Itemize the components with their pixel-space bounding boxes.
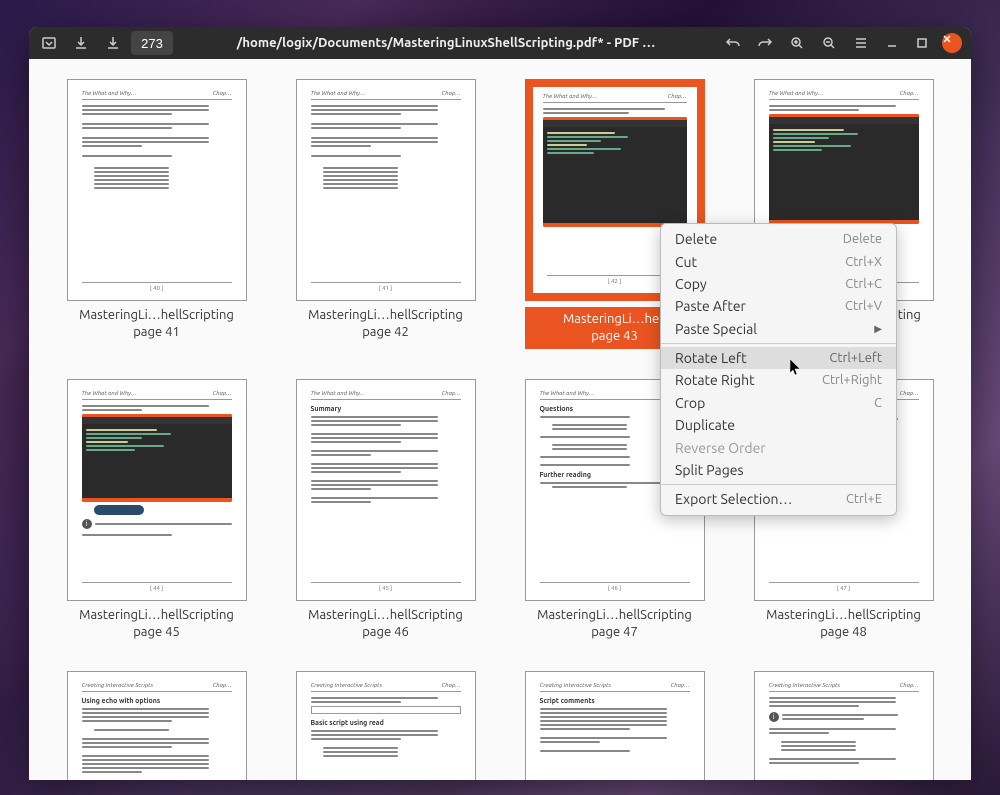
page-thumbnail[interactable]: Creating Interactive ScriptsChap…i [754, 671, 934, 780]
menu-item-label: Paste Special [675, 321, 757, 337]
window-title: /home/logix/Documents/MasteringLinuxShel… [177, 36, 715, 50]
menu-item-crop[interactable]: Crop C [661, 392, 896, 414]
menu-item-duplicate[interactable]: Duplicate [661, 414, 896, 436]
menu-item-split-pages[interactable]: Split Pages [661, 459, 896, 481]
menu-shortcut: C [874, 396, 882, 410]
open-file-icon[interactable] [35, 31, 63, 55]
menu-item-label: Split Pages [675, 462, 744, 478]
menu-item-copy[interactable]: Copy Ctrl+C [661, 273, 896, 295]
import-icon[interactable] [67, 31, 95, 55]
menu-item-label: Export Selection… [675, 491, 792, 507]
menu-shortcut: Ctrl+X [845, 255, 882, 269]
menu-item-cut[interactable]: Cut Ctrl+X [661, 250, 896, 272]
menu-shortcut: Ctrl+V [845, 299, 882, 313]
menu-separator [661, 343, 896, 344]
menu-item-label: Delete [675, 231, 717, 247]
page-thumbnail[interactable]: Creating Interactive ScriptsChap…Script … [525, 671, 705, 780]
thumbnail-caption: MasteringLi…hellScriptingpage 48 [766, 607, 921, 641]
menu-shortcut: Ctrl+Left [829, 351, 882, 365]
menu-item-label: Rotate Right [675, 372, 755, 388]
page-thumbnail[interactable]: The What and Why…Chap…i[ 44 ] [67, 379, 247, 601]
menu-item-label: Copy [675, 276, 707, 292]
titlebar: /home/logix/Documents/MasteringLinuxShel… [29, 27, 971, 59]
menu-item-paste-after[interactable]: Paste After Ctrl+V [661, 295, 896, 317]
context-menu: Delete Delete Cut Ctrl+X Copy Ctrl+C Paste Aft… [660, 223, 897, 516]
menu-item-reverse-order: Reverse Order [661, 436, 896, 458]
menu-item-label: Crop [675, 395, 705, 411]
menu-shortcut: Delete [843, 232, 882, 246]
thumbnail-caption: MasteringLi…hellScriptingpage 45 [79, 607, 234, 641]
menu-item-delete[interactable]: Delete Delete [661, 228, 896, 250]
page-number-input[interactable] [131, 31, 173, 55]
menu-item-label: Duplicate [675, 417, 735, 433]
menu-item-paste-special[interactable]: Paste Special ▶ [661, 318, 896, 340]
menu-shortcut: Ctrl+E [846, 492, 882, 506]
menu-item-label: Rotate Left [675, 350, 747, 366]
undo-icon[interactable] [719, 31, 747, 55]
page-thumbnail[interactable]: The What and Why…Chap…Summary[ 45 ] [296, 379, 476, 601]
page-thumbnail[interactable]: Creating Interactive ScriptsChap…Basic s… [296, 671, 476, 780]
zoom-in-icon[interactable] [783, 31, 811, 55]
redo-icon[interactable] [751, 31, 779, 55]
menu-item-label: Reverse Order [675, 440, 766, 456]
close-button[interactable] [939, 33, 965, 53]
submenu-arrow-icon: ▶ [874, 323, 882, 335]
page-thumbnail[interactable]: The What and Why…Chap…[ 41 ] [296, 79, 476, 301]
menu-item-label: Paste After [675, 298, 746, 314]
menu-shortcut: Ctrl+Right [822, 373, 882, 387]
page-thumbnail[interactable]: The What and Why…Chap…[ 40 ] [67, 79, 247, 301]
menu-item-rotate-right[interactable]: Rotate Right Ctrl+Right [661, 369, 896, 391]
save-icon[interactable] [99, 31, 127, 55]
maximize-button[interactable] [909, 37, 935, 49]
zoom-out-icon[interactable] [815, 31, 843, 55]
minimize-button[interactable] [879, 37, 905, 49]
menu-item-export-selection[interactable]: Export Selection… Ctrl+E [661, 488, 896, 510]
menu-shortcut: Ctrl+C [845, 277, 882, 291]
thumbnail-caption: MasteringLi…hellScriptingpage 41 [79, 307, 234, 341]
menu-separator [661, 484, 896, 485]
menu-item-label: Cut [675, 254, 697, 270]
thumbnail-caption: MasteringLi…hellScriptingpage 47 [537, 607, 692, 641]
page-thumbnail[interactable]: Creating Interactive ScriptsChap…Using e… [67, 671, 247, 780]
menu-item-rotate-left[interactable]: Rotate Left Ctrl+Left [661, 347, 896, 369]
thumbnail-caption: MasteringLi…hellScriptingpage 42 [308, 307, 463, 341]
thumbnail-caption: MasteringLi…hellScriptingpage 46 [308, 607, 463, 641]
hamburger-menu-icon[interactable] [847, 31, 875, 55]
